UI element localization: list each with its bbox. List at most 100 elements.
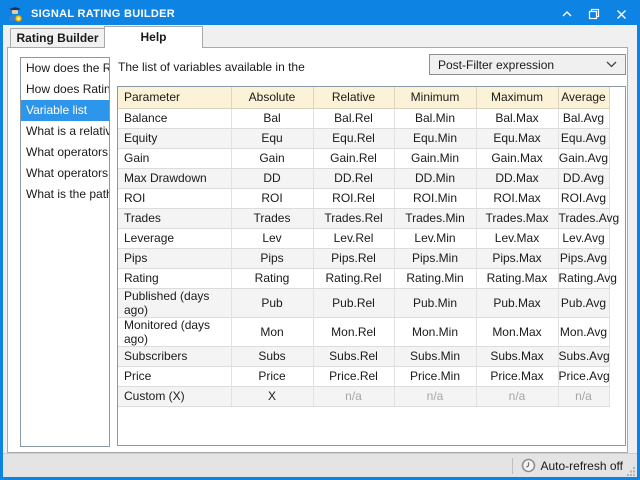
table-cell: Price.Min xyxy=(394,366,477,387)
table-cell: DD.Min xyxy=(394,168,477,189)
table-row: Subscribers Subs Subs.Rel Subs.Min Subs.Max S… xyxy=(118,346,610,367)
column-header-parameter: Parameter xyxy=(118,87,232,109)
tab-help[interactable]: Help xyxy=(104,26,203,48)
column-header-average: Average xyxy=(558,87,610,109)
table-cell: n/a xyxy=(558,386,610,407)
table-cell: Pub.Min xyxy=(394,288,477,318)
table-cell: Lev.Avg xyxy=(558,228,610,249)
table-cell: Pub.Max xyxy=(476,288,559,318)
table-cell: Trades xyxy=(118,208,232,229)
table-cell: Max Drawdown xyxy=(118,168,232,189)
table-cell: Trades.Rel xyxy=(313,208,395,229)
table-cell: Gain.Avg xyxy=(558,148,610,169)
table-cell: Subs.Min xyxy=(394,346,477,367)
table-cell: Equ xyxy=(231,128,314,149)
table-row: Custom (X) Xn/a n/a n/a n/a xyxy=(118,386,610,407)
chevron-up-icon xyxy=(562,11,572,17)
table-cell: Mon.Avg xyxy=(558,317,610,347)
table-cell: n/a xyxy=(394,386,477,407)
help-topics-list: How does the RatHow does RatingVariable … xyxy=(20,57,110,447)
table-cell: Equ.Min xyxy=(394,128,477,149)
sidebar-item-how-does-the-rat[interactable]: How does the Rat xyxy=(21,58,109,79)
table-cell: ROI.Rel xyxy=(313,188,395,209)
close-icon xyxy=(616,9,626,19)
table-cell: Equ.Avg xyxy=(558,128,610,149)
table-cell: Trades xyxy=(231,208,314,229)
table-cell: Leverage xyxy=(118,228,232,249)
table-cell: Pub xyxy=(231,288,314,318)
expression-context-dropdown[interactable]: Post-Filter expression xyxy=(429,54,626,75)
table-row: Pips Pips Pips.Rel Pips.Min Pips.Max Pips.Avg xyxy=(118,248,610,269)
table-cell: Bal.Avg xyxy=(558,108,610,129)
dropdown-selected-value: Post-Filter expression xyxy=(438,57,555,72)
signal-rating-builder-icon xyxy=(7,6,25,23)
close-button[interactable] xyxy=(612,5,630,23)
sidebar-item-how-does-rating[interactable]: How does Rating xyxy=(21,79,109,100)
table-cell: Gain.Rel xyxy=(313,148,395,169)
clock-icon xyxy=(521,458,535,473)
table-cell: Pips.Min xyxy=(394,248,477,269)
chevron-down-icon xyxy=(606,61,617,68)
column-header-minimum: Minimum xyxy=(394,87,477,109)
restore-window-icon xyxy=(588,8,600,20)
table-cell: Equ.Rel xyxy=(313,128,395,149)
table-row: Max Drawdown DD DD.Rel DD.Min DD.Max DD.Avg xyxy=(118,168,610,189)
table-row: Trades Trades Trades.Rel Trades.Min Trades.M… xyxy=(118,208,619,229)
table-cell: Trades.Avg xyxy=(558,208,619,229)
table-cell: Balance xyxy=(118,108,232,129)
sidebar-item-what-operators-a[interactable]: What operators a xyxy=(21,163,109,184)
variables-table-container: Parameter Absolute Relative Minimum Maximum A… xyxy=(117,86,626,446)
table-cell: Lev.Max xyxy=(476,228,559,249)
variables-intro-label: The list of variables available in the xyxy=(118,60,305,74)
variables-table: Parameter Absolute Relative Minimum Maximum A… xyxy=(118,87,619,407)
table-cell: Gain.Max xyxy=(476,148,559,169)
table-row: Rating Rating Rating.Rel Rating.Min Rating.M… xyxy=(118,268,617,289)
table-cell: Gain xyxy=(118,148,232,169)
tab-strip: Rating Builder Help xyxy=(3,25,637,48)
table-cell: Pub.Avg xyxy=(558,288,610,318)
table-cell: DD.Max xyxy=(476,168,559,189)
sidebar-item-what-operators-a[interactable]: What operators a xyxy=(21,142,109,163)
minimize-button[interactable] xyxy=(558,5,576,23)
table-cell: Mon xyxy=(231,317,314,347)
table-row: Leverage Lev Lev.Rel Lev.Min Lev.Max Lev.Avg xyxy=(118,228,610,249)
table-cell: Price xyxy=(118,366,232,387)
restore-button[interactable] xyxy=(585,5,603,23)
tab-rating-builder[interactable]: Rating Builder xyxy=(10,28,105,47)
window-title: SIGNAL RATING BUILDER xyxy=(31,8,176,20)
table-cell: Lev xyxy=(231,228,314,249)
table-cell: Bal.Max xyxy=(476,108,559,129)
table-cell: Price xyxy=(231,366,314,387)
sidebar-item-what-is-a-relative[interactable]: What is a relative xyxy=(21,121,109,142)
table-cell: Price.Avg xyxy=(558,366,610,387)
table-cell: Mon.Max xyxy=(476,317,559,347)
table-cell: Trades.Min xyxy=(394,208,477,229)
auto-refresh-toggle[interactable]: Auto-refresh off xyxy=(521,458,623,473)
table-cell: Pips.Avg xyxy=(558,248,610,269)
table-cell: Subscribers xyxy=(118,346,232,367)
table-cell: Gain.Min xyxy=(394,148,477,169)
sidebar-item-what-is-the-path[interactable]: What is the path xyxy=(21,184,109,205)
table-cell: Gain xyxy=(231,148,314,169)
table-cell: n/a xyxy=(476,386,559,407)
table-cell: DD.Avg xyxy=(558,168,610,189)
resize-grip[interactable] xyxy=(627,467,636,476)
table-cell: Pips.Rel xyxy=(313,248,395,269)
column-header-maximum: Maximum xyxy=(476,87,559,109)
table-row: Published (days ago) Pub Pub.Rel Pub.Min Pub… xyxy=(118,288,610,318)
table-cell: ROI xyxy=(231,188,314,209)
sidebar-item-variable-list[interactable]: Variable list xyxy=(21,100,109,121)
table-cell: Mon.Rel xyxy=(313,317,395,347)
table-cell: ROI.Min xyxy=(394,188,477,209)
statusbar-separator xyxy=(511,457,513,474)
column-header-absolute: Absolute xyxy=(231,87,314,109)
table-cell: Lev.Min xyxy=(394,228,477,249)
table-cell: Rating.Avg xyxy=(558,268,617,289)
table-cell: Bal.Rel xyxy=(313,108,395,129)
table-cell: Mon.Min xyxy=(394,317,477,347)
column-header-relative: Relative xyxy=(313,87,395,109)
table-cell: Monitored (days ago) xyxy=(118,317,232,347)
table-cell: ROI.Max xyxy=(476,188,559,209)
table-cell: Published (days ago) xyxy=(118,288,232,318)
table-cell: Subs xyxy=(231,346,314,367)
